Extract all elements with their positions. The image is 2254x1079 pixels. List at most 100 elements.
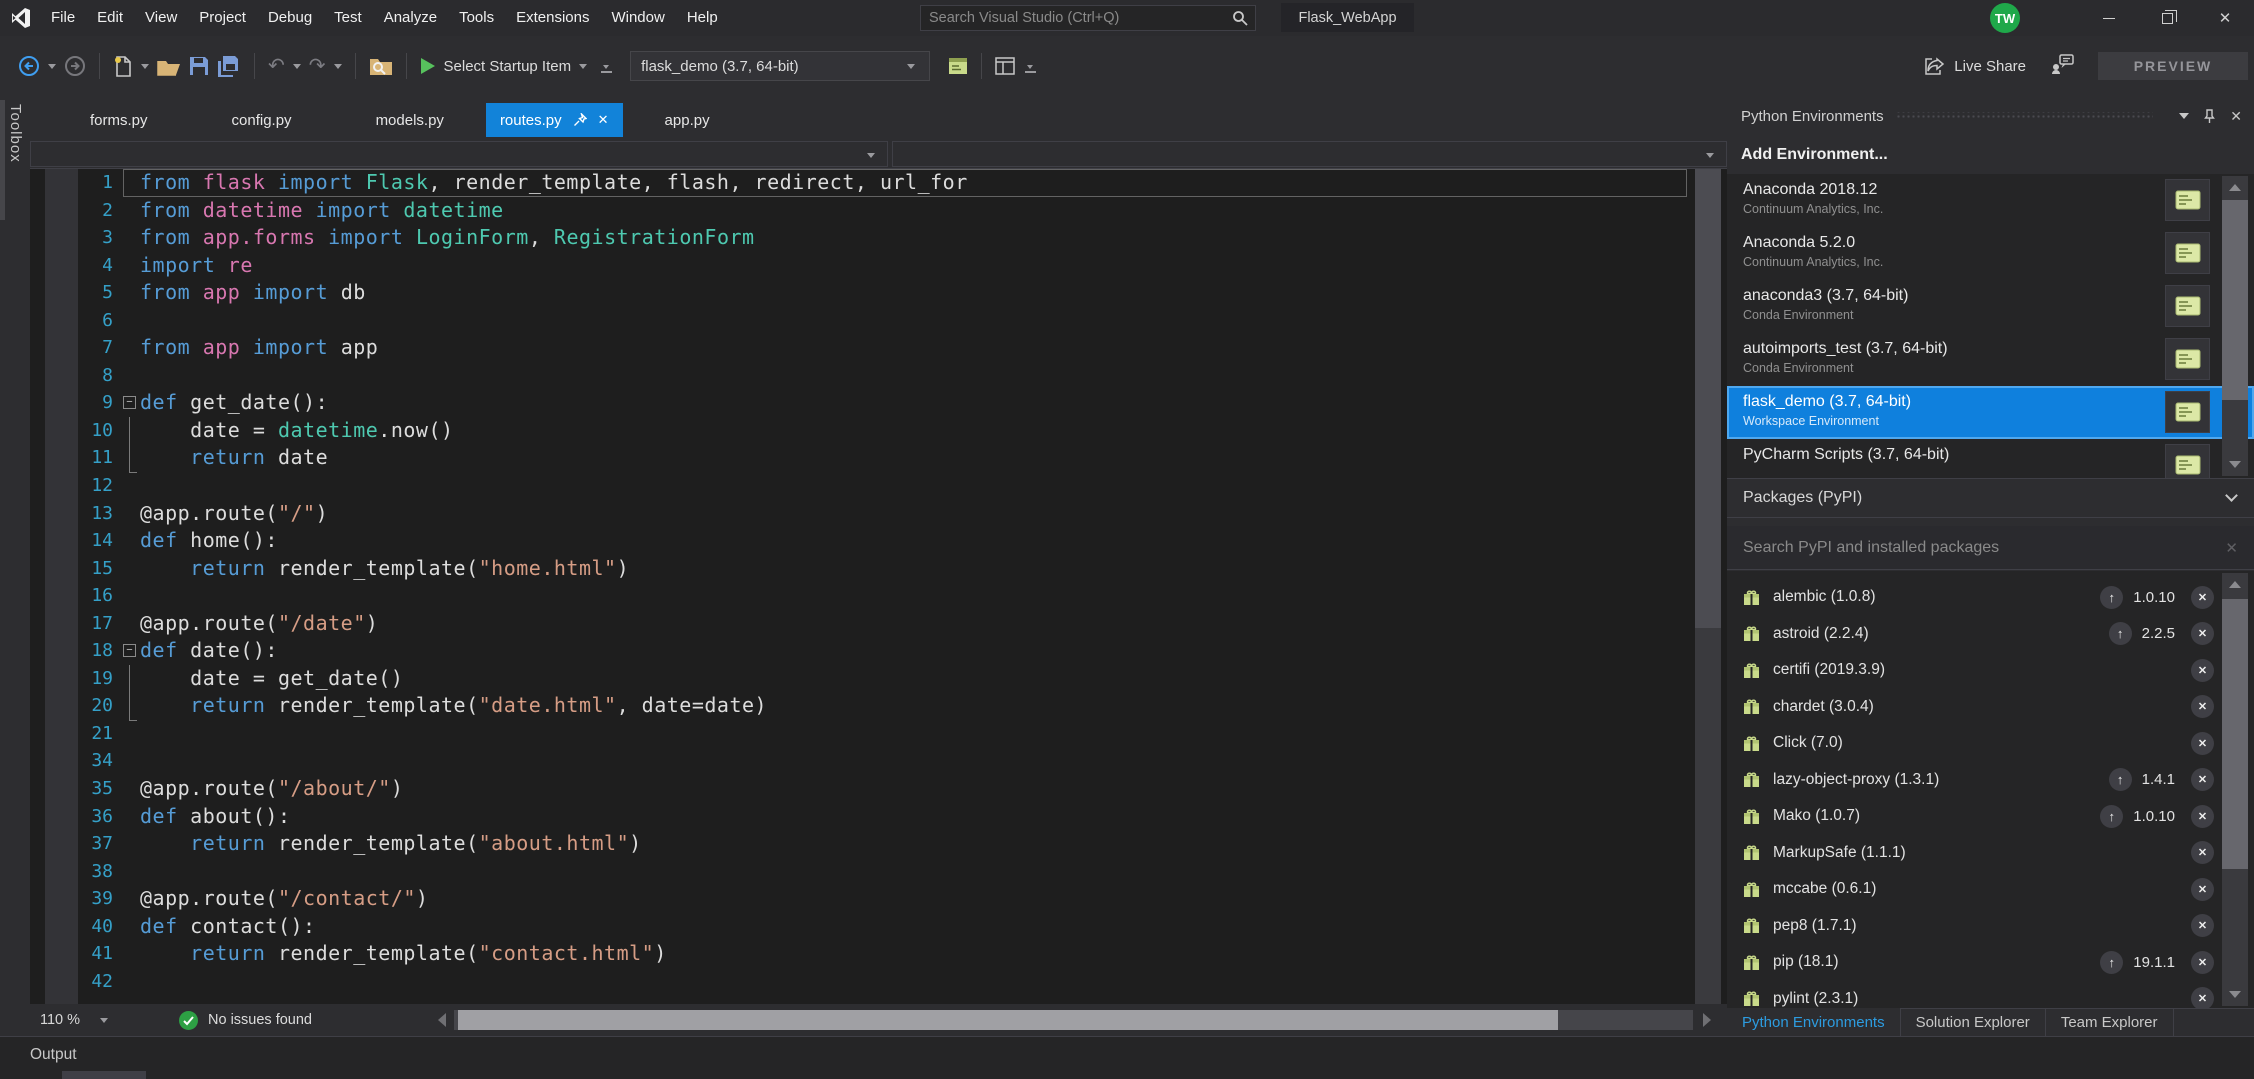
panel-options-icon[interactable] xyxy=(2179,113,2189,119)
upgrade-icon[interactable]: ↑ xyxy=(2100,586,2123,609)
interactive-window-button[interactable] xyxy=(2165,444,2210,478)
scrollbar-thumb[interactable] xyxy=(458,1010,1558,1030)
interactive-window-button[interactable] xyxy=(2165,232,2210,274)
feedback-button[interactable] xyxy=(2050,54,2074,79)
upgrade-icon[interactable]: ↑ xyxy=(2109,622,2132,645)
package-list-scrollbar[interactable] xyxy=(2222,573,2248,1006)
package-row[interactable]: pip (18.1) ↑ 19.1.1 ✕ xyxy=(1727,944,2254,981)
scroll-up-icon[interactable] xyxy=(2229,581,2241,588)
interactive-window-button[interactable] xyxy=(2165,179,2210,221)
output-panel-title[interactable]: Output xyxy=(30,1046,77,1064)
menu-item[interactable]: Debug xyxy=(257,0,323,36)
menu-item[interactable]: Edit xyxy=(86,0,134,36)
live-share-button[interactable]: Live Share xyxy=(1924,56,2026,76)
package-row[interactable]: astroid (2.2.4) ↑ 2.2.5 ✕ xyxy=(1727,616,2254,653)
upgrade-icon[interactable]: ↑ xyxy=(2109,768,2132,791)
environment-combo[interactable]: flask_demo (3.7, 64-bit) xyxy=(630,51,930,81)
tool-window-tab[interactable]: Python Environments xyxy=(1727,1008,1901,1036)
menu-item[interactable]: Extensions xyxy=(505,0,600,36)
document-tab[interactable]: models.py ✕ xyxy=(334,103,486,137)
save-all-button[interactable] xyxy=(213,48,245,84)
package-row[interactable]: lazy-object-proxy (1.3.1) ↑ 1.4.1 ✕ xyxy=(1727,762,2254,799)
package-row[interactable]: MarkupSafe (1.1.1) ↑ ✕ xyxy=(1727,835,2254,872)
uninstall-icon[interactable]: ✕ xyxy=(2191,951,2214,974)
navigate-back-button[interactable] xyxy=(14,48,44,84)
new-file-dropdown-caret[interactable] xyxy=(141,64,149,69)
editor-horizontal-scrollbar[interactable] xyxy=(454,1010,1693,1030)
uninstall-icon[interactable]: ✕ xyxy=(2191,878,2214,901)
package-search-box[interactable]: ✕ xyxy=(1727,526,2254,570)
nav-scope-dropdown[interactable] xyxy=(30,141,888,167)
package-row[interactable]: Click (7.0) ↑ ✕ xyxy=(1727,725,2254,762)
find-in-files-button[interactable] xyxy=(365,48,397,84)
scrollbar-thumb[interactable] xyxy=(2222,200,2248,400)
package-search-input[interactable] xyxy=(1743,539,2225,557)
fold-collapse-icon[interactable]: − xyxy=(123,644,136,657)
package-row[interactable]: certifi (2019.3.9) ↑ ✕ xyxy=(1727,652,2254,689)
zoom-level-dropdown[interactable]: 110 % xyxy=(34,1004,112,1036)
close-panel-icon[interactable]: ✕ xyxy=(2230,108,2242,125)
redo-button[interactable]: ↷ xyxy=(305,48,330,84)
search-input[interactable] xyxy=(921,10,1232,26)
close-tab-icon[interactable]: ✕ xyxy=(598,112,609,128)
uninstall-icon[interactable]: ✕ xyxy=(2191,622,2214,645)
scroll-down-icon[interactable] xyxy=(2229,461,2241,468)
uninstall-icon[interactable]: ✕ xyxy=(2191,768,2214,791)
uninstall-icon[interactable]: ✕ xyxy=(2191,695,2214,718)
scroll-left-icon[interactable] xyxy=(438,1013,446,1027)
document-tab[interactable]: app.py ✕ xyxy=(623,103,752,137)
fold-collapse-icon[interactable]: − xyxy=(123,396,136,409)
uninstall-icon[interactable]: ✕ xyxy=(2191,914,2214,937)
uninstall-icon[interactable]: ✕ xyxy=(2191,841,2214,864)
environment-item[interactable]: flask_demo (3.7, 64-bit) Workspace Envir… xyxy=(1727,386,2254,439)
uninstall-icon[interactable]: ✕ xyxy=(2191,805,2214,828)
interactive-window-button[interactable] xyxy=(2165,285,2210,327)
upgrade-icon[interactable]: ↑ xyxy=(2100,805,2123,828)
new-file-button[interactable] xyxy=(109,48,137,84)
menu-item[interactable]: Window xyxy=(600,0,675,36)
menu-item[interactable]: Test xyxy=(323,0,373,36)
document-tab[interactable]: config.py ✕ xyxy=(190,103,334,137)
add-environment-link[interactable]: Add Environment... xyxy=(1727,136,2254,174)
tool-window-tab[interactable]: Team Explorer xyxy=(2046,1009,2174,1036)
package-source-dropdown[interactable]: Packages (PyPI) xyxy=(1727,478,2254,518)
open-folder-button[interactable] xyxy=(153,48,185,84)
redo-dropdown-caret[interactable] xyxy=(334,64,342,69)
clear-search-icon[interactable]: ✕ xyxy=(2225,539,2238,557)
python-environment-button[interactable] xyxy=(944,48,972,84)
environment-list-scrollbar[interactable] xyxy=(2222,176,2248,476)
editor-vertical-scrollbar[interactable] xyxy=(1695,169,1721,1004)
undo-dropdown-caret[interactable] xyxy=(293,64,301,69)
package-row[interactable]: chardet (3.0.4) ↑ ✕ xyxy=(1727,689,2254,726)
interactive-window-button[interactable] xyxy=(2165,391,2210,433)
document-tab[interactable]: routes.py ✕ xyxy=(486,103,623,137)
toolbar-overflow-grip[interactable] xyxy=(601,65,612,73)
undo-button[interactable]: ↶ xyxy=(264,48,289,84)
pin-icon[interactable] xyxy=(573,113,587,127)
start-debug-button[interactable]: Select Startup Item xyxy=(416,48,596,84)
uninstall-icon[interactable]: ✕ xyxy=(2191,586,2214,609)
uninstall-icon[interactable]: ✕ xyxy=(2191,732,2214,755)
account-avatar[interactable]: TW xyxy=(1990,3,2020,33)
environment-item[interactable]: PyCharm Scripts (3.7, 64-bit) xyxy=(1727,439,2254,478)
environment-item[interactable]: anaconda3 (3.7, 64-bit) Conda Environmen… xyxy=(1727,280,2254,333)
scrollbar-thumb[interactable] xyxy=(1695,169,1721,628)
quick-search[interactable] xyxy=(920,5,1256,31)
scroll-up-icon[interactable] xyxy=(2229,184,2241,191)
scroll-right-icon[interactable] xyxy=(1703,1013,1711,1027)
package-row[interactable]: pep8 (1.7.1) ↑ ✕ xyxy=(1727,908,2254,945)
minimize-button[interactable] xyxy=(2080,0,2138,36)
pin-panel-icon[interactable] xyxy=(2203,109,2216,124)
save-button[interactable] xyxy=(185,48,213,84)
menu-item[interactable]: Tools xyxy=(448,0,505,36)
document-tab[interactable]: forms.py ✕ xyxy=(48,103,190,137)
toolbar-overflow-grip[interactable] xyxy=(1025,65,1036,73)
startup-dropdown-caret[interactable] xyxy=(579,64,587,69)
environment-combo-caret[interactable] xyxy=(907,64,915,69)
environment-item[interactable]: Anaconda 5.2.0 Continuum Analytics, Inc. xyxy=(1727,227,2254,280)
environment-item[interactable]: autoimports_test (3.7, 64-bit) Conda Env… xyxy=(1727,333,2254,386)
upgrade-icon[interactable]: ↑ xyxy=(2100,951,2123,974)
menu-item[interactable]: Help xyxy=(676,0,729,36)
package-row[interactable]: pylint (2.3.1) ↑ ✕ xyxy=(1727,981,2254,1009)
restore-button[interactable] xyxy=(2138,0,2196,36)
